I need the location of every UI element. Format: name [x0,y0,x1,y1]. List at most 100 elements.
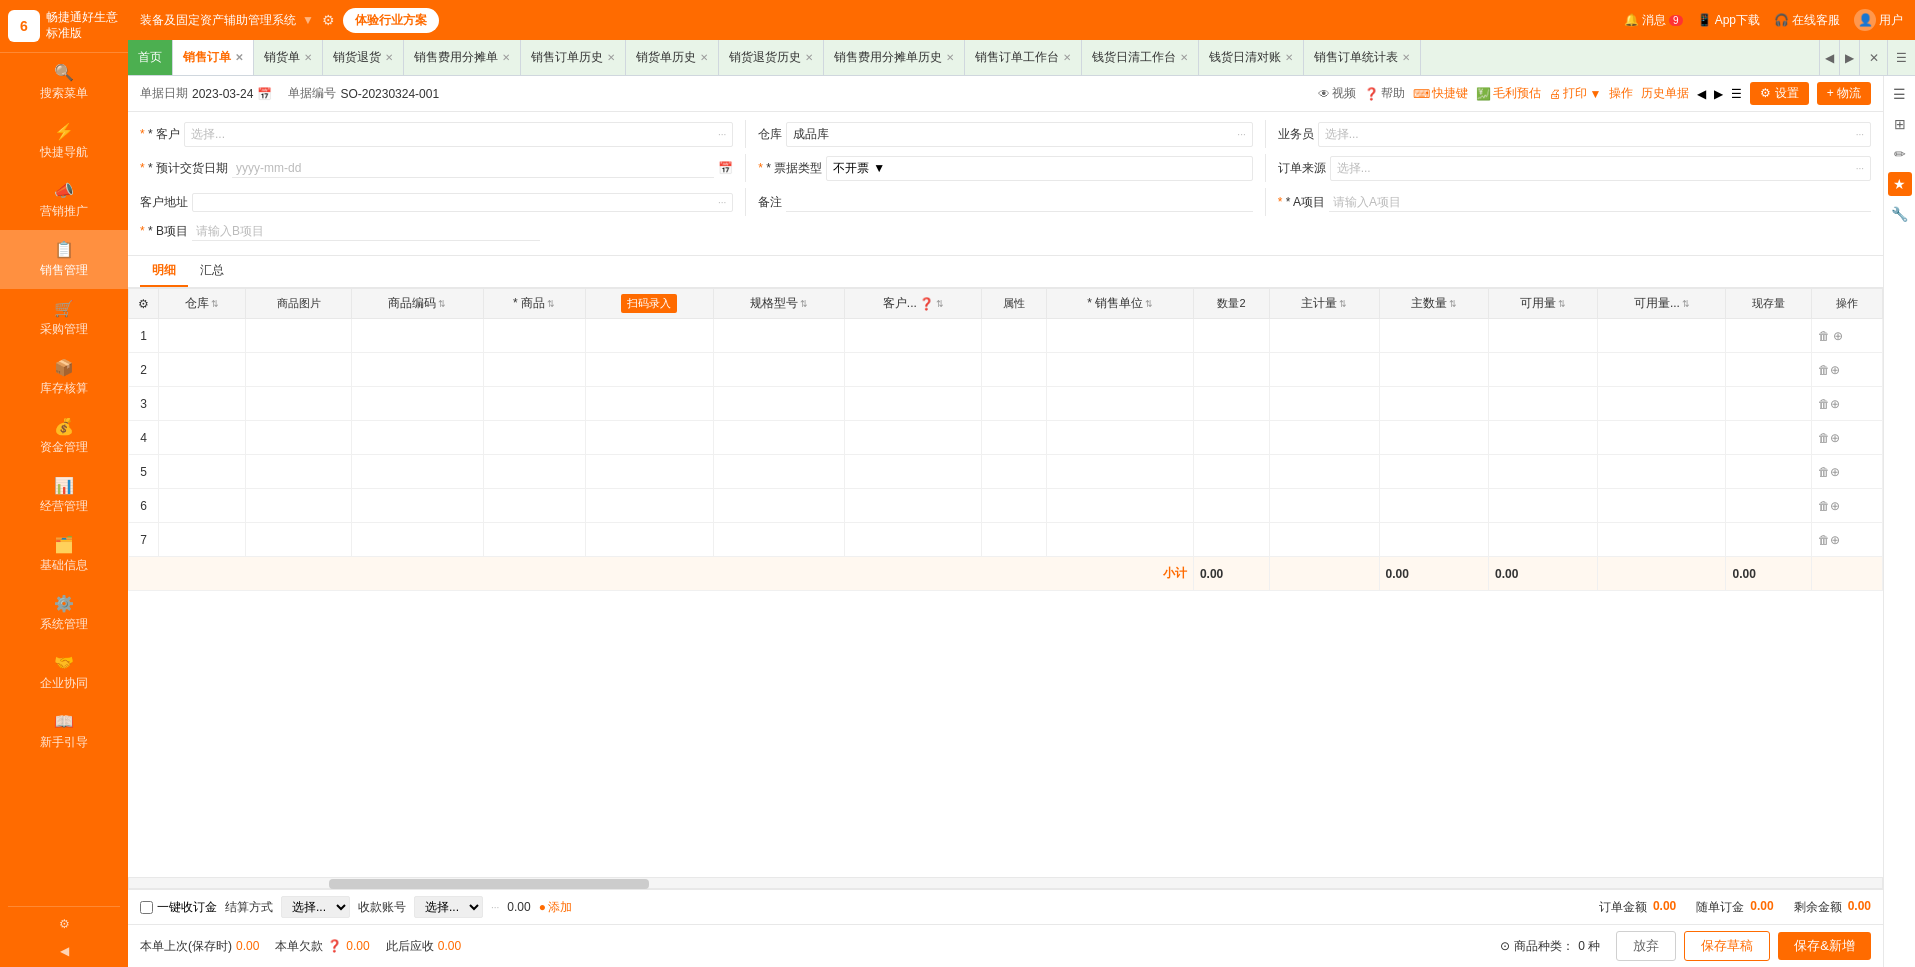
invoice-type-select[interactable]: 不开票 ▼ [826,156,1252,181]
row-copy-icon[interactable]: ⊕ [1830,363,1840,377]
note-input[interactable] [786,193,1252,212]
tab-close-fee-history-icon[interactable]: ✕ [946,52,954,63]
history-action[interactable]: 历史单据 [1641,85,1689,102]
row-copy-icon[interactable]: ⊕ [1830,431,1840,445]
tab-sales-refund[interactable]: 销货退货 ✕ [323,40,404,76]
row-copy-icon[interactable]: ⊕ [1830,533,1840,547]
row-main-qty[interactable] [1379,319,1488,353]
tab-next-btn[interactable]: ▶ [1839,40,1859,76]
right-panel-grid-btn[interactable]: ⊞ [1888,112,1912,136]
user-menu[interactable]: 👤 用户 [1854,9,1903,31]
tab-cash-daily-reconcile[interactable]: 钱货日清对账 ✕ [1199,40,1304,76]
calendar2-icon[interactable]: 📅 [718,161,733,175]
sidebar-item-finance[interactable]: 💰 资金管理 [0,407,128,466]
tab-close-return-history-icon[interactable]: ✕ [700,52,708,63]
print-action[interactable]: 🖨 打印 ▼ [1549,85,1601,102]
sidebar-item-search[interactable]: 🔍 搜索菜单 [0,53,128,112]
sidebar-item-sales[interactable]: 📋 销售管理 [0,230,128,289]
right-panel-star-btn[interactable]: ★ [1888,172,1912,196]
sidebar-item-base-info[interactable]: 🗂️ 基础信息 [0,525,128,584]
sidebar-collapse-btn[interactable]: ◀ [0,939,128,963]
horizontal-scrollbar[interactable] [128,877,1883,889]
project-b-input[interactable] [192,222,540,241]
order-source-input[interactable]: 选择... ··· [1330,156,1871,181]
salesperson-input[interactable]: 选择... ··· [1318,122,1871,147]
help-debt-icon[interactable]: ❓ [327,939,342,953]
sidebar-item-marketing[interactable]: 📣 营销推广 [0,171,128,230]
row-delete-icon[interactable]: 🗑 [1818,431,1830,445]
row-delete-icon[interactable]: 🗑 [1818,329,1830,343]
sidebar-settings[interactable]: ⚙ [0,909,128,939]
sort-available2-icon[interactable]: ⇅ [1682,299,1690,309]
sidebar-item-system[interactable]: ⚙️ 系统管理 [0,584,128,643]
save-draft-btn[interactable]: 保存草稿 [1684,931,1770,961]
tab-close-sales-stats-icon[interactable]: ✕ [1402,52,1410,63]
sort-spec-icon[interactable]: ⇅ [800,299,808,309]
tab-sales-return-history[interactable]: 销货单历史 ✕ [626,40,719,76]
right-panel-edit-btn[interactable]: ✏ [1888,142,1912,166]
tab-close-fee-split-icon[interactable]: ✕ [502,52,510,63]
row-delete-icon[interactable]: 🗑 [1818,363,1830,377]
tab-cash-daily-workbench[interactable]: 钱货日清工作台 ✕ [1082,40,1199,76]
customer-input[interactable]: 选择... ··· [184,122,733,147]
settings-btn[interactable]: ⚙ 设置 [1750,82,1808,105]
tab-summary[interactable]: 汇总 [188,256,236,287]
sort-main-qty-icon[interactable]: ⇅ [1449,299,1457,309]
shortcut-action[interactable]: ⌨ 快捷键 [1413,85,1468,102]
customer-addr-input[interactable]: ··· [192,193,733,212]
right-panel-list-btn[interactable]: ☰ [1888,82,1912,106]
scroll-thumb[interactable] [329,879,649,889]
tab-prev-btn[interactable]: ◀ [1819,40,1839,76]
tab-close-cash-workbench-icon[interactable]: ✕ [1180,52,1188,63]
tab-close-all-btn[interactable]: ✕ [1859,40,1887,76]
sort-main-unit-icon[interactable]: ⇅ [1339,299,1347,309]
add-btn[interactable]: ● 添加 [539,899,572,916]
row-warehouse[interactable] [159,319,246,353]
row-product[interactable] [483,319,585,353]
row-delete-icon[interactable]: 🗑 [1818,499,1830,513]
help-action[interactable]: ❓ 帮助 [1364,85,1405,102]
sidebar-item-operations[interactable]: 📊 经营管理 [0,466,128,525]
online-support-btn[interactable]: 🎧 在线客服 [1774,12,1840,29]
sort-unit-icon[interactable]: ⇅ [1145,299,1153,309]
bank-account-select[interactable]: 选择... [414,896,483,918]
tab-home[interactable]: 首页 [128,40,173,76]
warehouse-input[interactable]: 成品库 ··· [786,122,1252,147]
sidebar-item-guide[interactable]: 📖 新手引导 [0,702,128,761]
sidebar-item-enterprise[interactable]: 🤝 企业协同 [0,643,128,702]
sidebar-item-inventory[interactable]: 📦 库存核算 [0,348,128,407]
one-click-checkbox[interactable]: 一键收订金 [140,899,217,916]
add-item-btn[interactable]: + 物流 [1817,82,1871,105]
tab-sales-fee-split-history[interactable]: 销售费用分摊单历史 ✕ [824,40,965,76]
row-delete-icon[interactable]: 🗑 [1818,533,1830,547]
layout-list-icon[interactable]: ☰ [1731,87,1742,101]
tab-sales-fee-split[interactable]: 销售费用分摊单 ✕ [404,40,521,76]
row-copy-icon[interactable]: ⊕ [1830,397,1840,411]
row-unit[interactable] [1047,319,1194,353]
tab-close-cash-reconcile-icon[interactable]: ✕ [1285,52,1293,63]
nav-prev-icon[interactable]: ◀ [1697,87,1706,101]
column-settings-icon[interactable]: ⚙ [138,297,149,311]
row-copy-icon[interactable]: ⊕ [1833,329,1843,343]
sort-product-icon[interactable]: ⇅ [547,299,555,309]
discard-btn[interactable]: 放弃 [1616,931,1676,961]
row-copy-icon[interactable]: ⊕ [1830,499,1840,513]
row-delete-icon[interactable]: 🗑 [1818,465,1830,479]
row-product-code[interactable] [351,319,483,353]
row-customer-code[interactable] [845,319,982,353]
sort-product-code-icon[interactable]: ⇅ [438,299,446,309]
tab-close-sales-return-icon[interactable]: ✕ [304,52,312,63]
tab-sales-stats[interactable]: 销售订单统计表 ✕ [1304,40,1421,76]
row-delete-icon[interactable]: 🗑 [1818,397,1830,411]
app-download-btn[interactable]: 📱 App下载 [1697,12,1760,29]
tab-close-workbench-icon[interactable]: ✕ [1063,52,1071,63]
calendar-icon[interactable]: 📅 [257,87,272,101]
notifications-btn[interactable]: 🔔 消息 9 [1624,12,1683,29]
sidebar-item-purchase[interactable]: 🛒 采购管理 [0,289,128,348]
save-new-btn[interactable]: 保存&新增 [1778,932,1871,960]
profit-action[interactable]: 💹 毛利预估 [1476,85,1541,102]
tab-detail[interactable]: 明细 [140,256,188,287]
delivery-date-input[interactable] [232,159,714,178]
tab-sales-refund-history[interactable]: 销货退货历史 ✕ [719,40,824,76]
topbar-gear-icon[interactable]: ⚙ [322,12,335,28]
